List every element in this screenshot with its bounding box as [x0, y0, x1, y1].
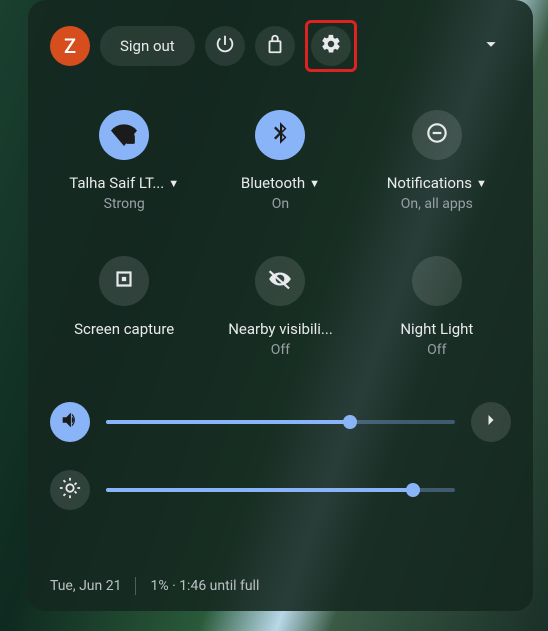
tile-screen-capture: Screen capture	[50, 256, 198, 358]
sliders	[50, 402, 511, 510]
tile-night-light: Night Light Off	[363, 256, 511, 358]
tile-notifications-label[interactable]: Notifications▼	[387, 174, 487, 192]
tile-bluetooth: Bluetooth▼ On	[206, 110, 354, 212]
tile-wifi-label[interactable]: Talha Saif LT...▼	[69, 174, 179, 192]
lock-button[interactable]	[255, 26, 295, 66]
brightness-row	[50, 470, 511, 510]
footer-date: Tue, Jun 21	[50, 578, 121, 594]
tile-night-light-button[interactable]	[412, 256, 462, 306]
tile-wifi-sub: Strong	[104, 196, 145, 212]
visibility-off-icon	[267, 266, 293, 296]
signout-button[interactable]: Sign out	[100, 26, 195, 66]
gear-icon	[320, 33, 342, 59]
tile-nearby-label: Nearby visibili...	[228, 320, 333, 338]
chevron-down-icon: ▼	[309, 177, 320, 190]
power-icon	[214, 33, 236, 59]
tile-screen-capture-button[interactable]	[99, 256, 149, 306]
brightness-slider[interactable]	[106, 488, 455, 492]
tile-screen-capture-label: Screen capture	[74, 320, 174, 338]
chevron-down-icon: ▼	[476, 177, 487, 190]
tile-nearby: Nearby visibili... Off	[206, 256, 354, 358]
tile-bluetooth-button[interactable]	[255, 110, 305, 160]
header-row: Z Sign out	[50, 20, 511, 72]
chevron-down-icon: ▼	[168, 177, 179, 190]
bluetooth-icon	[267, 120, 293, 150]
night-light-icon	[424, 266, 450, 296]
tile-nearby-button[interactable]	[255, 256, 305, 306]
tile-wifi-button[interactable]	[99, 110, 149, 160]
tile-nearby-sub: Off	[271, 342, 290, 358]
volume-fill	[106, 420, 350, 424]
tiles-grid: Talha Saif LT...▼ Strong Bluetooth▼ On N…	[50, 110, 511, 358]
collapse-button[interactable]	[471, 26, 511, 66]
power-button[interactable]	[205, 26, 245, 66]
settings-highlight	[305, 20, 357, 72]
quick-settings-panel: Z Sign out	[28, 0, 533, 611]
tile-notifications-sub: On, all apps	[401, 196, 473, 212]
tile-bluetooth-label[interactable]: Bluetooth▼	[241, 174, 320, 192]
settings-button[interactable]	[311, 26, 351, 66]
volume-row	[50, 402, 511, 442]
tile-night-light-sub: Off	[427, 342, 446, 358]
wifi-icon	[111, 120, 137, 150]
audio-settings-button[interactable]	[471, 402, 511, 442]
avatar-letter: Z	[64, 34, 76, 58]
signout-label: Sign out	[120, 37, 175, 55]
tile-notifications-button[interactable]	[412, 110, 462, 160]
dnd-icon	[424, 120, 450, 150]
screen-capture-icon	[111, 266, 137, 296]
tile-notifications: Notifications▼ On, all apps	[363, 110, 511, 212]
footer-divider	[135, 577, 136, 595]
tile-wifi: Talha Saif LT...▼ Strong	[50, 110, 198, 212]
chevron-down-icon	[480, 33, 502, 59]
volume-slider[interactable]	[106, 420, 455, 424]
footer: Tue, Jun 21 1% · 1:46 until full	[50, 561, 511, 595]
brightness-icon	[59, 477, 81, 503]
avatar[interactable]: Z	[50, 26, 90, 66]
chevron-right-icon	[481, 410, 501, 434]
brightness-fill	[106, 488, 413, 492]
footer-battery: 1% · 1:46 until full	[150, 578, 259, 594]
tile-night-light-label: Night Light	[400, 320, 473, 338]
brightness-thumb[interactable]	[406, 483, 420, 497]
tile-bluetooth-sub: On	[272, 196, 289, 212]
volume-icon	[59, 409, 81, 435]
brightness-button[interactable]	[50, 470, 90, 510]
lock-icon	[264, 33, 286, 59]
volume-button[interactable]	[50, 402, 90, 442]
volume-thumb[interactable]	[343, 415, 357, 429]
